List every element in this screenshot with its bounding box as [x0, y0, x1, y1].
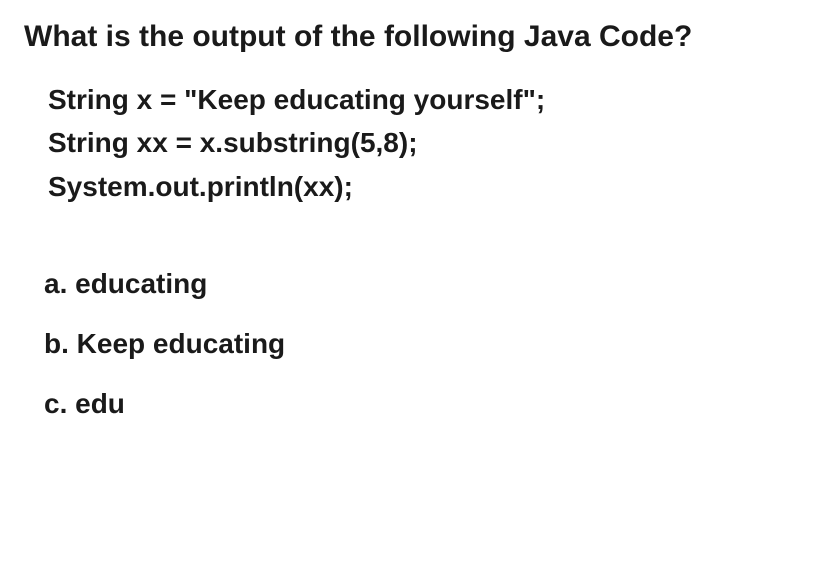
option-c[interactable]: c. edu	[44, 388, 800, 420]
question-title: What is the output of the following Java…	[24, 20, 800, 54]
answer-options: a. educating b. Keep educating c. edu	[24, 268, 800, 420]
code-line-2: String xx = x.substring(5,8);	[48, 121, 800, 164]
code-line-1: String x = "Keep educating yourself";	[48, 78, 800, 121]
code-block: String x = "Keep educating yourself"; St…	[24, 78, 800, 208]
code-line-3: System.out.println(xx);	[48, 165, 800, 208]
option-b[interactable]: b. Keep educating	[44, 328, 800, 360]
option-a[interactable]: a. educating	[44, 268, 800, 300]
